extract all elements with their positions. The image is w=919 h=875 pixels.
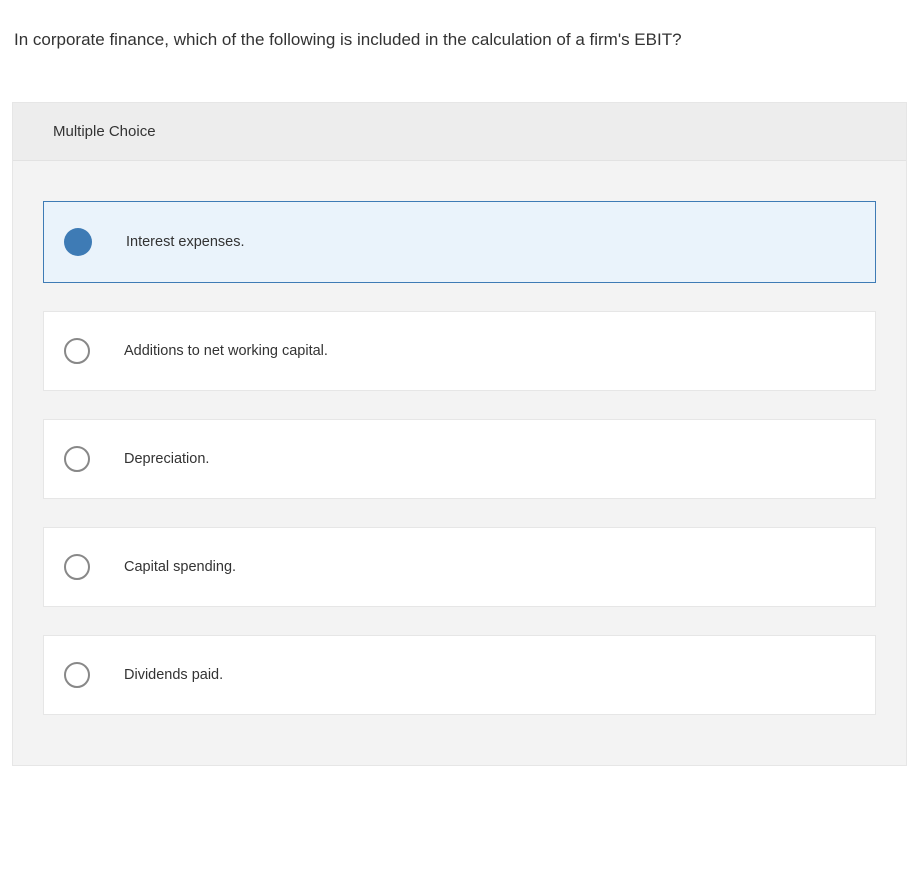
option-label: Depreciation. (124, 451, 209, 467)
option-1[interactable]: Interest expenses. (43, 201, 876, 283)
option-2[interactable]: Additions to net working capital. (43, 311, 876, 391)
option-label: Additions to net working capital. (124, 343, 328, 359)
options-list: Interest expenses. Additions to net work… (13, 161, 906, 765)
multiple-choice-container: Multiple Choice Interest expenses. Addit… (12, 102, 907, 766)
option-3[interactable]: Depreciation. (43, 419, 876, 499)
option-label: Interest expenses. (126, 234, 245, 250)
radio-icon (64, 446, 90, 472)
radio-icon (64, 662, 90, 688)
radio-icon (64, 338, 90, 364)
option-5[interactable]: Dividends paid. (43, 635, 876, 715)
radio-icon (64, 554, 90, 580)
radio-icon (64, 228, 92, 256)
section-title: Multiple Choice (13, 103, 906, 161)
option-4[interactable]: Capital spending. (43, 527, 876, 607)
option-label: Capital spending. (124, 559, 236, 575)
option-label: Dividends paid. (124, 667, 223, 683)
question-text: In corporate finance, which of the follo… (0, 0, 919, 52)
